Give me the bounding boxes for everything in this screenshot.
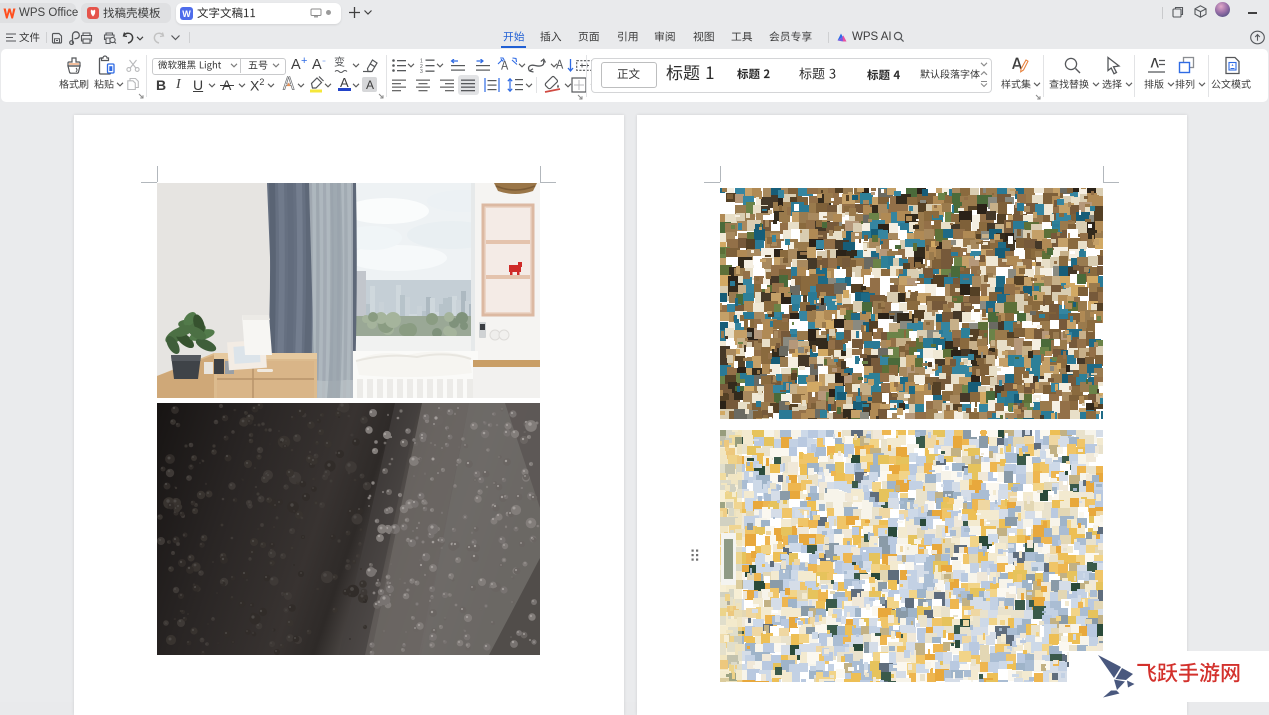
svg-text:W: W [182, 9, 191, 19]
svg-text:3: 3 [420, 69, 423, 73]
